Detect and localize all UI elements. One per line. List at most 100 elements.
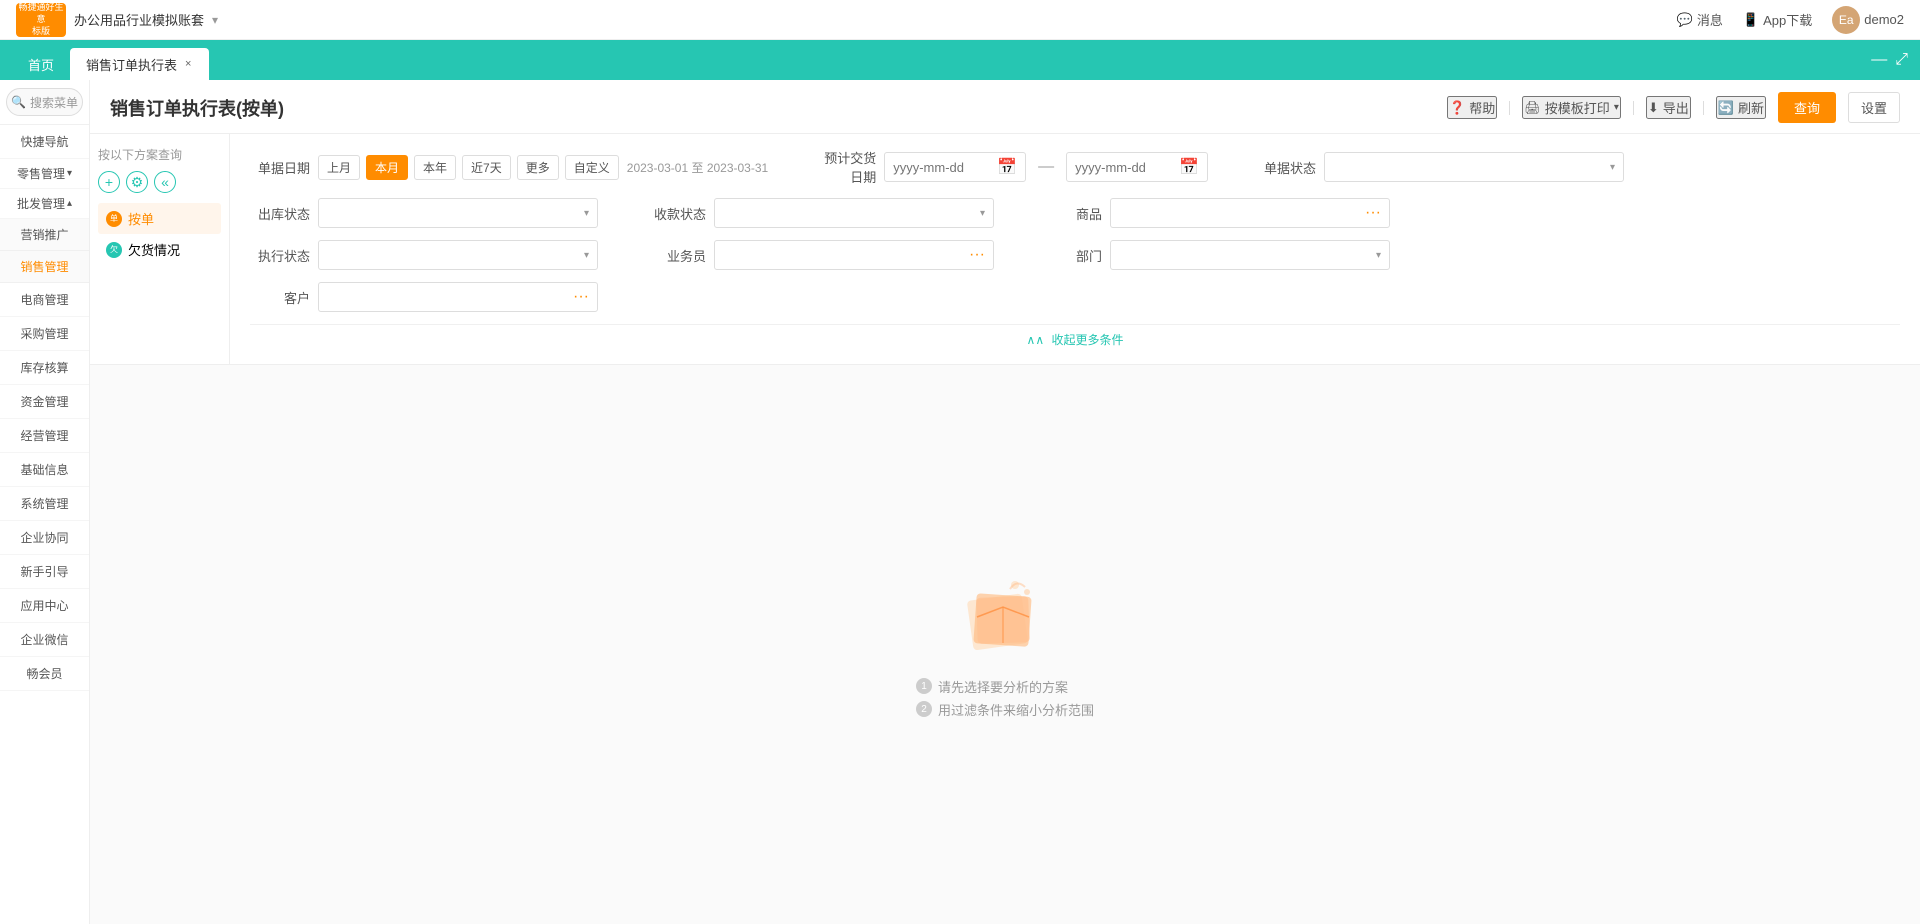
dept-dropdown-icon: ▾ [1376, 250, 1381, 261]
print-btn[interactable]: 🖨 按模板打印 ▾ [1522, 96, 1621, 119]
message-btn[interactable]: 💬 消息 [1677, 10, 1723, 29]
scheme-dot-按单: 单 [106, 211, 122, 227]
app-download-icon: 📱 [1743, 12, 1759, 28]
sidebar-item-corp-wechat[interactable]: 企业微信 [0, 623, 89, 657]
sidebar-item-ops-mgmt[interactable]: 经营管理 [0, 419, 89, 453]
query-label: 查询 [1794, 101, 1820, 116]
tab-close-icon[interactable]: × [183, 56, 193, 72]
scheme-欠货情况[interactable]: 欠 欠货情况 [98, 234, 221, 265]
exec-dropdown-icon: ▾ [584, 250, 589, 261]
sidebar-item-enterprise[interactable]: 企业协同 [0, 521, 89, 555]
sidebar-item-quick-nav[interactable]: 快捷导航 [0, 125, 89, 159]
payment-status-label: 收款状态 [646, 204, 706, 223]
window-maximize-icon[interactable]: ⤢ [1895, 51, 1908, 69]
scheme-label-按单: 按单 [128, 209, 154, 228]
hint-label-2: 用过滤条件来缩小分析范围 [938, 700, 1094, 719]
expected-date-start-input[interactable] [893, 160, 993, 175]
query-btn[interactable]: 查询 [1778, 92, 1836, 123]
sidebar-item-sales-mgmt[interactable]: 销售管理 [0, 251, 89, 283]
scheme-dot-text-欠货: 欠 [110, 244, 118, 255]
top-bar-title: 办公用品行业模拟账套 [74, 10, 204, 29]
print-arrow-icon: ▾ [1614, 102, 1619, 113]
sidebar-item-marketing[interactable]: 营销推广 [0, 219, 89, 251]
scheme-dot-欠货: 欠 [106, 242, 122, 258]
product-dots-icon[interactable]: ··· [1365, 204, 1381, 222]
sidebar-new-user-label: 新手引导 [20, 563, 68, 580]
tab-sales-order[interactable]: 销售订单执行表 × [70, 48, 209, 80]
user-info[interactable]: Ea demo2 [1832, 6, 1904, 34]
search-menu-btn[interactable]: 🔍 搜索菜单 [6, 88, 83, 116]
main-layout: 🔍 搜索菜单 快捷导航 零售管理 ▾ 批发管理 ▴ 营销推广 销售管理 电商管理… [0, 80, 1920, 924]
sidebar-sys-label: 系统管理 [20, 495, 68, 512]
scheme-按单[interactable]: 单 按单 [98, 203, 221, 234]
expected-date-start[interactable]: 📅 [884, 152, 1026, 182]
sidebar-item-inventory[interactable]: 库存核算 [0, 351, 89, 385]
empty-illustration [955, 567, 1055, 667]
payment-status-select[interactable]: ▾ [714, 198, 994, 228]
out-status-label: 出库状态 [250, 204, 310, 223]
tab-home-label: 首页 [28, 55, 54, 74]
sidebar-item-sys-mgmt[interactable]: 系统管理 [0, 487, 89, 521]
settings-label: 设置 [1861, 101, 1887, 116]
content-area: 销售订单执行表(按单) ❓ 帮助 🖨 按模板打印 ▾ ⬇ [90, 80, 1920, 924]
wholesale-collapse-icon: ▴ [67, 198, 72, 209]
sidebar-item-ecom-mgmt[interactable]: 电商管理 [0, 283, 89, 317]
help-label: 帮助 [1469, 98, 1495, 117]
refresh-btn[interactable]: 🔄 刷新 [1716, 96, 1766, 119]
date-last-month-btn[interactable]: 上月 [318, 155, 360, 180]
help-icon: ❓ [1449, 100, 1465, 116]
date-more-btn[interactable]: 更多 [517, 155, 559, 180]
sidebar-item-finance-mgmt[interactable]: 资金管理 [0, 385, 89, 419]
app-download-label: App下载 [1763, 10, 1812, 29]
sidebar-item-retail-mgmt[interactable]: 零售管理 ▾ [0, 159, 89, 189]
tab-home[interactable]: 首页 [12, 48, 70, 80]
exec-status-select[interactable]: ▾ [318, 240, 598, 270]
expected-date-end[interactable]: 📅 [1066, 152, 1208, 182]
empty-hint-1: 1 请先选择要分析的方案 [916, 677, 1094, 696]
date-custom-btn[interactable]: 自定义 [565, 155, 619, 180]
collapse-bar[interactable]: ∧∧ 收起更多条件 [250, 324, 1900, 354]
date-this-month-btn[interactable]: 本月 [366, 155, 408, 180]
date-last7-btn[interactable]: 近7天 [462, 155, 511, 180]
app-download-btn[interactable]: 📱 App下载 [1743, 10, 1812, 29]
top-bar-arrow[interactable]: ▾ [212, 13, 218, 27]
product-label: 商品 [1042, 204, 1102, 223]
sidebar-purchase-label: 采购管理 [20, 325, 68, 342]
help-btn[interactable]: ❓ 帮助 [1447, 96, 1497, 119]
sidebar-item-basic-info[interactable]: 基础信息 [0, 453, 89, 487]
refresh-icon: 🔄 [1718, 100, 1734, 116]
top-bar: 畅捷通好生意 标版 办公用品行业模拟账套 ▾ 💬 消息 📱 App下载 Ea d… [0, 0, 1920, 40]
sidebar-item-wholesale-mgmt[interactable]: 批发管理 ▴ [0, 189, 89, 219]
salesperson-label: 业务员 [646, 246, 706, 265]
empty-state: 1 请先选择要分析的方案 2 用过滤条件来缩小分析范围 [916, 567, 1094, 723]
out-status-dropdown-icon: ▾ [584, 208, 589, 219]
date-last7-label: 近7天 [471, 161, 502, 175]
status-select[interactable]: ▾ [1324, 152, 1624, 182]
add-scheme-btn[interactable]: + [98, 171, 120, 193]
dept-select[interactable]: ▾ [1110, 240, 1390, 270]
settings-btn[interactable]: 设置 [1848, 92, 1900, 123]
sidebar-item-new-user[interactable]: 新手引导 [0, 555, 89, 589]
product-select[interactable]: ··· [1110, 198, 1390, 228]
salesperson-select[interactable]: ··· [714, 240, 994, 270]
sidebar-item-member[interactable]: 畅会员 [0, 657, 89, 691]
salesperson-dots-icon[interactable]: ··· [969, 246, 985, 264]
sidebar-retail-label: 零售管理 [17, 165, 65, 182]
customer-select[interactable]: ··· [318, 282, 598, 312]
tab-bar-right: — ⤢ [1871, 51, 1908, 69]
sidebar-item-app-center[interactable]: 应用中心 [0, 589, 89, 623]
out-status-select[interactable]: ▾ [318, 198, 598, 228]
expected-date-end-input[interactable] [1075, 160, 1175, 175]
retail-collapse-icon: ▾ [67, 168, 72, 179]
customer-dots-icon[interactable]: ··· [573, 288, 589, 306]
sidebar-item-purchase-mgmt[interactable]: 采购管理 [0, 317, 89, 351]
calendar-end-icon: 📅 [1179, 157, 1199, 177]
date-this-year-btn[interactable]: 本年 [414, 155, 456, 180]
sidebar-search-area: 🔍 搜索菜单 [0, 80, 89, 125]
sidebar-ecom-label: 电商管理 [20, 291, 68, 308]
export-btn[interactable]: ⬇ 导出 [1646, 96, 1691, 119]
date-range-text: 2023-03-01 至 2023-03-31 [627, 159, 768, 176]
settings-scheme-btn[interactable]: ⚙ [126, 171, 148, 193]
collapse-scheme-btn[interactable]: « [154, 171, 176, 193]
window-minimize-icon[interactable]: — [1871, 51, 1887, 69]
